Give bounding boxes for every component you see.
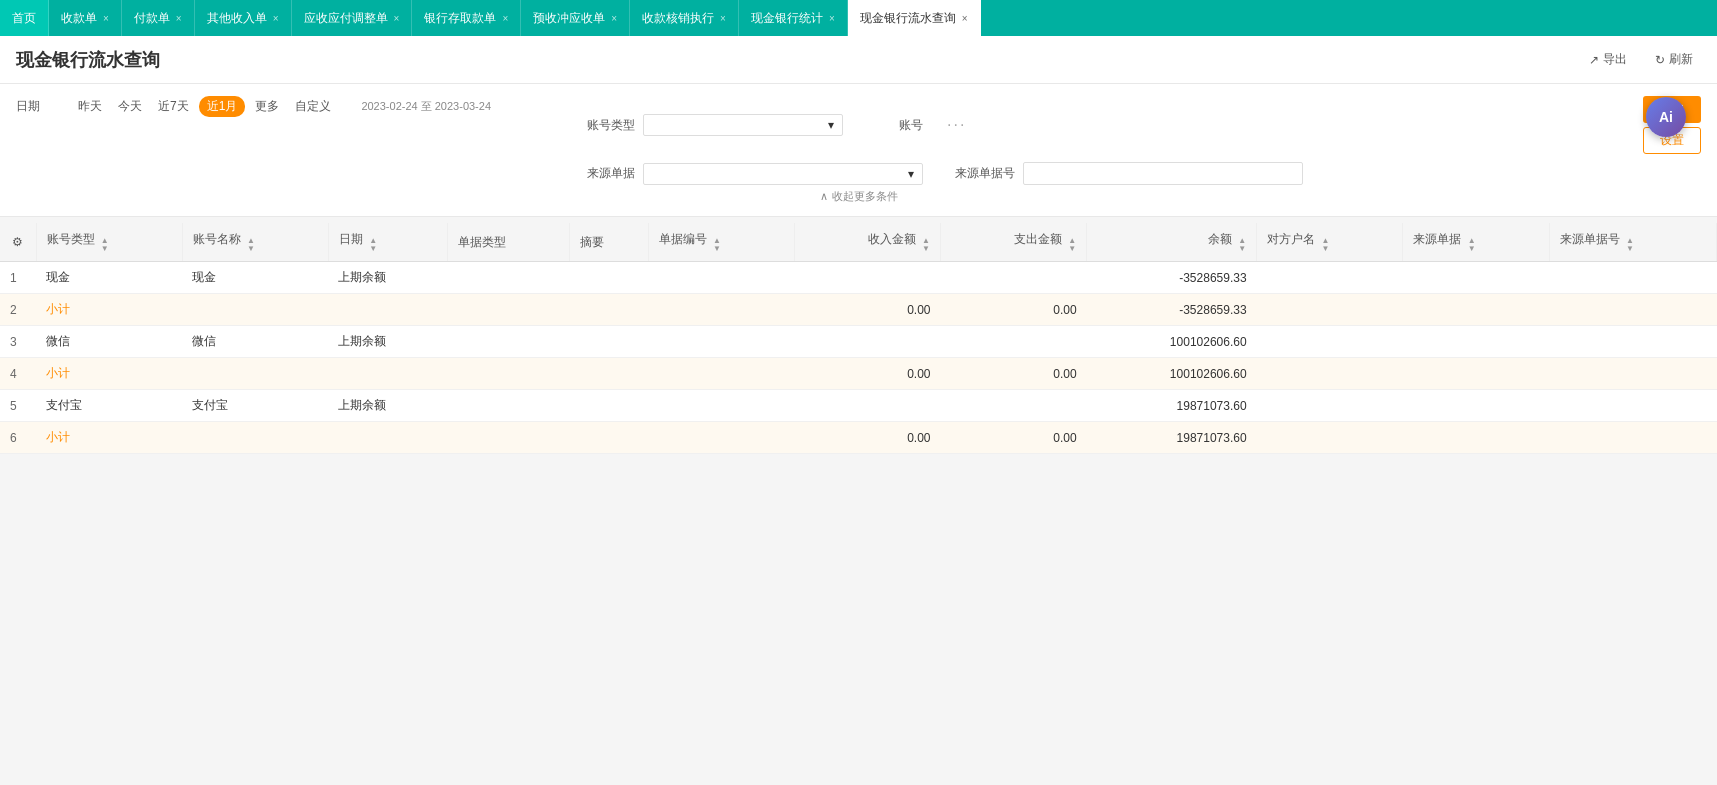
close-icon[interactable]: × [176, 13, 182, 24]
nav-home[interactable]: 首页 [0, 0, 49, 36]
table-row: 2小计0.000.00-3528659.33 [0, 294, 1717, 326]
close-icon[interactable]: × [394, 13, 400, 24]
header-actions: ↗ 导出 ↻ 刷新 [1581, 47, 1701, 72]
table-row: 4小计0.000.00100102606.60 [0, 358, 1717, 390]
nav-tab-4[interactable]: 应收应付调整单 × [292, 0, 413, 36]
th-date[interactable]: 日期 ▲▼ [328, 223, 447, 262]
account-label: 账号 [899, 117, 939, 134]
nav-tab-8[interactable]: 现金银行统计 × [739, 0, 848, 36]
table-row: 3微信微信上期余额100102606.60 [0, 326, 1717, 358]
date-opt-7days[interactable]: 近7天 [152, 96, 195, 117]
date-options: 昨天 今天 近7天 近1月 更多 自定义 [72, 96, 337, 117]
source-doc-no-label: 来源单据号 [955, 165, 1015, 182]
chevron-down-icon-2: ▾ [908, 167, 914, 181]
page-title: 现金银行流水查询 [16, 48, 160, 72]
data-table: ⚙ 账号类型 ▲▼ 账号名称 ▲▼ 日期 ▲▼ 单据类型 摘要 [0, 223, 1717, 454]
account-dots[interactable]: ··· [947, 116, 966, 134]
nav-tab-2[interactable]: 付款单 × [122, 0, 195, 36]
close-icon[interactable]: × [273, 13, 279, 24]
source-doc-select[interactable]: ▾ [643, 163, 923, 185]
date-label: 日期 [16, 98, 56, 115]
th-gear[interactable]: ⚙ [0, 223, 36, 262]
close-icon[interactable]: × [502, 13, 508, 24]
date-opt-custom[interactable]: 自定义 [289, 96, 337, 117]
th-expense[interactable]: 支出金额 ▲▼ [940, 223, 1086, 262]
nav-tab-3[interactable]: 其他收入单 × [195, 0, 292, 36]
th-balance[interactable]: 余额 ▲▼ [1087, 223, 1257, 262]
table-header-row: ⚙ 账号类型 ▲▼ 账号名称 ▲▼ 日期 ▲▼ 单据类型 摘要 [0, 223, 1717, 262]
nav-tab-5[interactable]: 银行存取款单 × [412, 0, 521, 36]
table-row: 1现金现金上期余额-3528659.33 [0, 262, 1717, 294]
th-income[interactable]: 收入金额 ▲▼ [794, 223, 940, 262]
date-range-display: 2023-02-24 至 2023-03-24 [361, 99, 491, 114]
th-source-doc-no[interactable]: 来源单据号 ▲▼ [1549, 223, 1716, 262]
table-row: 6小计0.000.0019871073.60 [0, 422, 1717, 454]
source-doc-label: 来源单据 [587, 165, 635, 182]
close-icon[interactable]: × [720, 13, 726, 24]
date-opt-1month[interactable]: 近1月 [199, 96, 246, 117]
refresh-icon: ↻ [1655, 53, 1665, 67]
th-doc-no[interactable]: 单据编号 ▲▼ [648, 223, 794, 262]
refresh-button[interactable]: ↻ 刷新 [1647, 47, 1701, 72]
table-area: ⚙ 账号类型 ▲▼ 账号名称 ▲▼ 日期 ▲▼ 单据类型 摘要 [0, 223, 1717, 454]
nav-tab-9[interactable]: 现金银行流水查询 × [848, 0, 981, 36]
th-summary: 摘要 [569, 223, 648, 262]
collapse-icon: ∧ [820, 190, 828, 203]
account-type-label: 账号类型 [587, 117, 635, 134]
close-icon[interactable]: × [103, 13, 109, 24]
table-row: 5支付宝支付宝上期余额19871073.60 [0, 390, 1717, 422]
export-icon: ↗ [1589, 53, 1599, 67]
th-doc-type: 单据类型 [448, 223, 569, 262]
th-account-type[interactable]: 账号类型 ▲▼ [36, 223, 182, 262]
date-filter-row: 日期 昨天 今天 近7天 近1月 更多 自定义 2023-02-24 至 202… [16, 96, 491, 117]
filter-area: 日期 昨天 今天 近7天 近1月 更多 自定义 2023-02-24 至 202… [0, 84, 1717, 217]
close-icon[interactable]: × [962, 13, 968, 24]
nav-tab-7[interactable]: 收款核销执行 × [630, 0, 739, 36]
home-label: 首页 [12, 10, 36, 27]
nav-tab-1[interactable]: 收款单 × [49, 0, 122, 36]
account-type-select[interactable]: ▾ [643, 114, 843, 136]
page-header: 现金银行流水查询 ↗ 导出 ↻ 刷新 [0, 36, 1717, 84]
date-opt-more[interactable]: 更多 [249, 96, 285, 117]
chevron-down-icon: ▾ [828, 118, 834, 132]
nav-tab-6[interactable]: 预收冲应收单 × [521, 0, 630, 36]
th-source-doc[interactable]: 来源单据 ▲▼ [1403, 223, 1549, 262]
date-opt-yesterday[interactable]: 昨天 [72, 96, 108, 117]
top-nav: 首页 收款单 × 付款单 × 其他收入单 × 应收应付调整单 × 银行存取款单 … [0, 0, 1717, 36]
close-icon[interactable]: × [611, 13, 617, 24]
collapse-bar[interactable]: ∧ 收起更多条件 [16, 189, 1701, 204]
export-button[interactable]: ↗ 导出 [1581, 47, 1635, 72]
close-icon[interactable]: × [829, 13, 835, 24]
th-counterpart[interactable]: 对方户名 ▲▼ [1257, 223, 1403, 262]
date-opt-today[interactable]: 今天 [112, 96, 148, 117]
ai-badge[interactable]: Ai [1646, 97, 1686, 137]
source-doc-no-input[interactable] [1023, 162, 1303, 185]
th-account-name[interactable]: 账号名称 ▲▼ [182, 223, 328, 262]
